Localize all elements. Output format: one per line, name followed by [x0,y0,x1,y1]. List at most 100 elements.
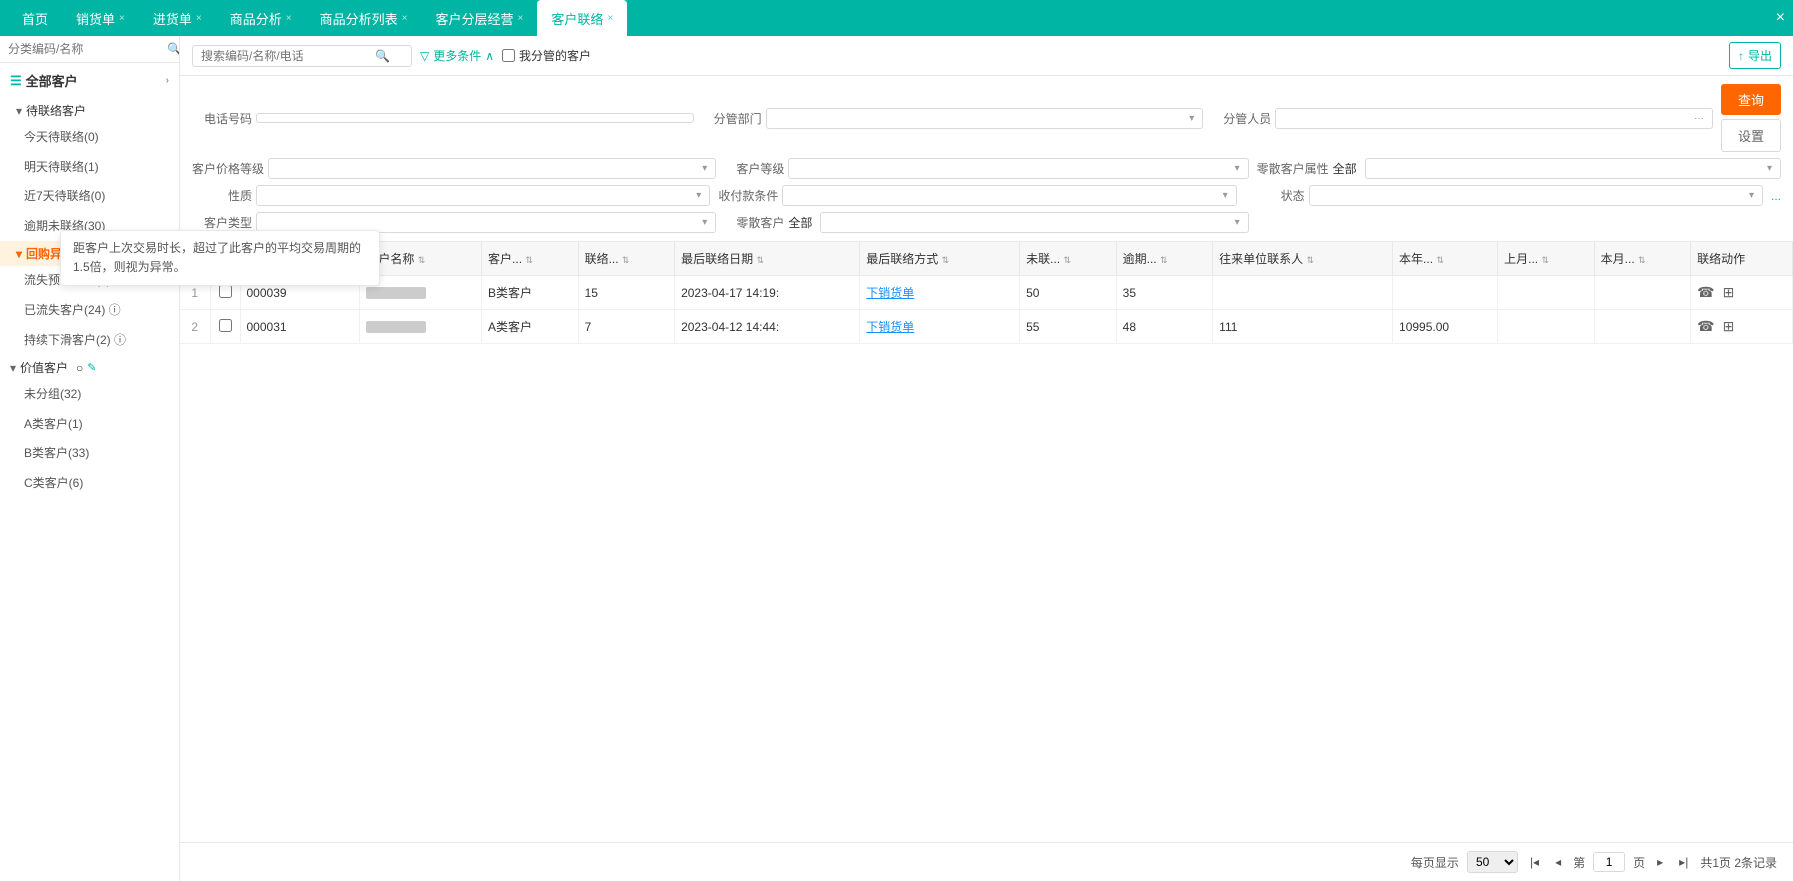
tooltip-box: 距客户上次交易时长，超过了此客户的平均交易周期的1.5倍，则视为异常。 [60,230,380,286]
payment-select[interactable]: ▾ [782,185,1236,206]
next-page-button[interactable]: ▸ [1653,853,1667,871]
my-customers-check[interactable] [502,49,515,62]
data-table: ⚙ 客户编码 ⇅ 客户名称 ⇅ 客户... [180,242,1793,344]
tab-sales-order[interactable]: 销货单 × [62,0,139,36]
th-type: 客户... ⇅ [482,242,579,276]
tooltip-text: 距客户上次交易时长，超过了此客户的平均交易周期的1.5倍，则视为异常。 [73,241,361,274]
close-icon[interactable]: × [402,13,408,24]
cell-action-1: ☎ ⊞ [1691,276,1793,310]
content-area: 🔍 ▽ 更多条件 ∧ 我分管的客户 ↑ 导出 电话号码 [180,36,1793,881]
chevron-down-icon: ▾ [10,361,16,375]
filter-icon: ▽ [420,49,429,63]
sidebar-item-tomorrow[interactable]: 明天待联络(1) [0,153,179,183]
more-filter-btn[interactable]: ... [1771,189,1781,203]
status-select[interactable]: ▾ [1309,185,1763,206]
tab-customer-contact[interactable]: 客户联络 × [537,0,627,36]
cell-not-contact-1: 50 [1020,276,1117,310]
export-button[interactable]: ↑ 导出 [1729,42,1781,69]
total-records: 共1页 2条记录 [1700,854,1777,871]
cell-this-month-2 [1594,310,1691,344]
row-checkbox-2[interactable] [210,310,240,344]
filter-phone: 电话号码 [192,110,694,127]
edit-icon[interactable]: ✎ [87,361,96,374]
th-last-month: 上月... ⇅ [1498,242,1595,276]
sidebar-group-value[interactable]: ▾ 价值客户 ○ ✎ [0,355,179,380]
sidebar-item-churned[interactable]: 已流失客户(24) ⓘ [0,296,179,326]
tab-product-analysis[interactable]: 商品分析 × [216,0,306,36]
pagination: 每页显示 50 100 200 |◂ ◂ 第 页 ▸ ▸| 共1页 2条记录 [180,842,1793,881]
cell-last-month-2 [1498,310,1595,344]
cell-last-date-2: 2023-04-12 14:44: [675,310,860,344]
sidebar: 🔍 ☰ 全部客户 › ▾ 待联络客户 今天待联络(0) 明天待联络(1) 近7天… [0,36,180,881]
sidebar-all-customers[interactable]: ☰ 全部客户 › [0,63,179,98]
toolbar: 🔍 ▽ 更多条件 ∧ 我分管的客户 ↑ 导出 [180,36,1793,76]
sidebar-item-ungrouped[interactable]: 未分组(32) [0,380,179,410]
cell-type-1: B类客户 [482,276,579,310]
filter-price-level: 客户价格等级 ▾ [192,158,716,179]
tab-home[interactable]: 首页 [8,0,62,36]
sort-icon: ⇅ [418,255,426,265]
filter-customer-level: 客户等级 ▾ [724,158,1248,179]
last-page-button[interactable]: ▸| [1675,853,1692,871]
close-icon[interactable]: × [119,13,125,24]
filter-retail-attr: 零散客户属性 全部 ▾ [1257,158,1781,179]
th-not-contact: 未联... ⇅ [1020,242,1117,276]
more-conditions-button[interactable]: ▽ 更多条件 ∧ [420,47,494,64]
export-icon: ↑ [1738,49,1744,63]
close-icon[interactable]: × [196,13,202,24]
th-this-year: 本年... ⇅ [1393,242,1498,276]
window-close-button[interactable]: × [1776,9,1785,27]
sidebar-search-area: 🔍 [0,36,179,63]
action-buttons: 查询 设置 [1721,84,1781,152]
cell-type-2: A类客户 [482,310,579,344]
close-icon[interactable]: × [607,13,613,24]
my-customers-checkbox[interactable]: 我分管的客户 [502,47,591,64]
cell-last-method-2[interactable]: 下销货单 [860,310,1020,344]
cell-last-method-1[interactable]: 下销货单 [860,276,1020,310]
search-input[interactable] [201,49,371,63]
contact-icon[interactable]: ☎ [1697,284,1714,301]
sort-icon: ⇅ [942,255,950,265]
sidebar-item-today[interactable]: 今天待联络(0) [0,123,179,153]
sidebar-item-7days[interactable]: 近7天待联络(0) [0,182,179,212]
sidebar-item-declining[interactable]: 持续下滑客户(2) ⓘ [0,326,179,356]
customer-level-select[interactable]: ▾ [788,158,1248,179]
sidebar-item-class-c[interactable]: C类客户(6) [0,469,179,499]
sidebar-group-pending[interactable]: ▾ 待联络客户 [0,98,179,123]
collapse-icon[interactable]: › [166,75,169,86]
sidebar-item-class-a[interactable]: A类客户(1) [0,410,179,440]
close-icon[interactable]: × [286,13,292,24]
sidebar-search-input[interactable] [8,42,163,56]
price-level-select[interactable]: ▾ [268,158,716,179]
table-area: ⚙ 客户编码 ⇅ 客户名称 ⇅ 客户... [180,242,1793,842]
filter-row-1: 电话号码 分管部门 ▾ 分管人员 ··· 查询 设置 [192,84,1781,152]
set-button[interactable]: 设置 [1721,119,1781,152]
cell-name-2: ████ [360,310,482,344]
first-page-button[interactable]: |◂ [1526,853,1543,871]
tab-purchase-order[interactable]: 进货单 × [139,0,216,36]
dept-select[interactable]: ▾ [766,108,1204,129]
query-button[interactable]: 查询 [1721,84,1781,115]
sort-icon: ⇅ [622,255,630,265]
sidebar-item-class-b[interactable]: B类客户(33) [0,439,179,469]
phone-input[interactable] [256,113,694,123]
close-icon[interactable]: × [517,13,523,24]
page-number-input[interactable] [1593,852,1625,872]
more-action-icon[interactable]: ⊞ [1723,284,1735,301]
contact-icon[interactable]: ☎ [1697,318,1714,335]
filter-row-4: 客户类型 ▾ 零散客户 全部 ▾ [192,212,1781,233]
more-action-icon[interactable]: ⊞ [1723,318,1735,335]
retail-customer-select[interactable]: ▾ [820,212,1248,233]
gender-select[interactable]: ▾ [256,185,710,206]
prev-page-button[interactable]: ◂ [1551,853,1565,871]
th-contacts-person: 往来单位联系人 ⇅ [1213,242,1393,276]
sort-icon: ⇅ [1436,255,1444,265]
retail-attr-select[interactable]: ▾ [1365,158,1781,179]
tab-product-analysis-list[interactable]: 商品分析列表 × [306,0,422,36]
page-size-select[interactable]: 50 100 200 [1467,851,1518,873]
filter-status: 状态 ▾ [1245,185,1763,206]
tab-customer-tier[interactable]: 客户分层经营 × [421,0,537,36]
filter-row-3: 性质 ▾ 收付款条件 ▾ 状态 ▾ ... [192,185,1781,206]
search-box: 🔍 [192,45,412,67]
manager-input[interactable]: ··· [1275,108,1713,129]
